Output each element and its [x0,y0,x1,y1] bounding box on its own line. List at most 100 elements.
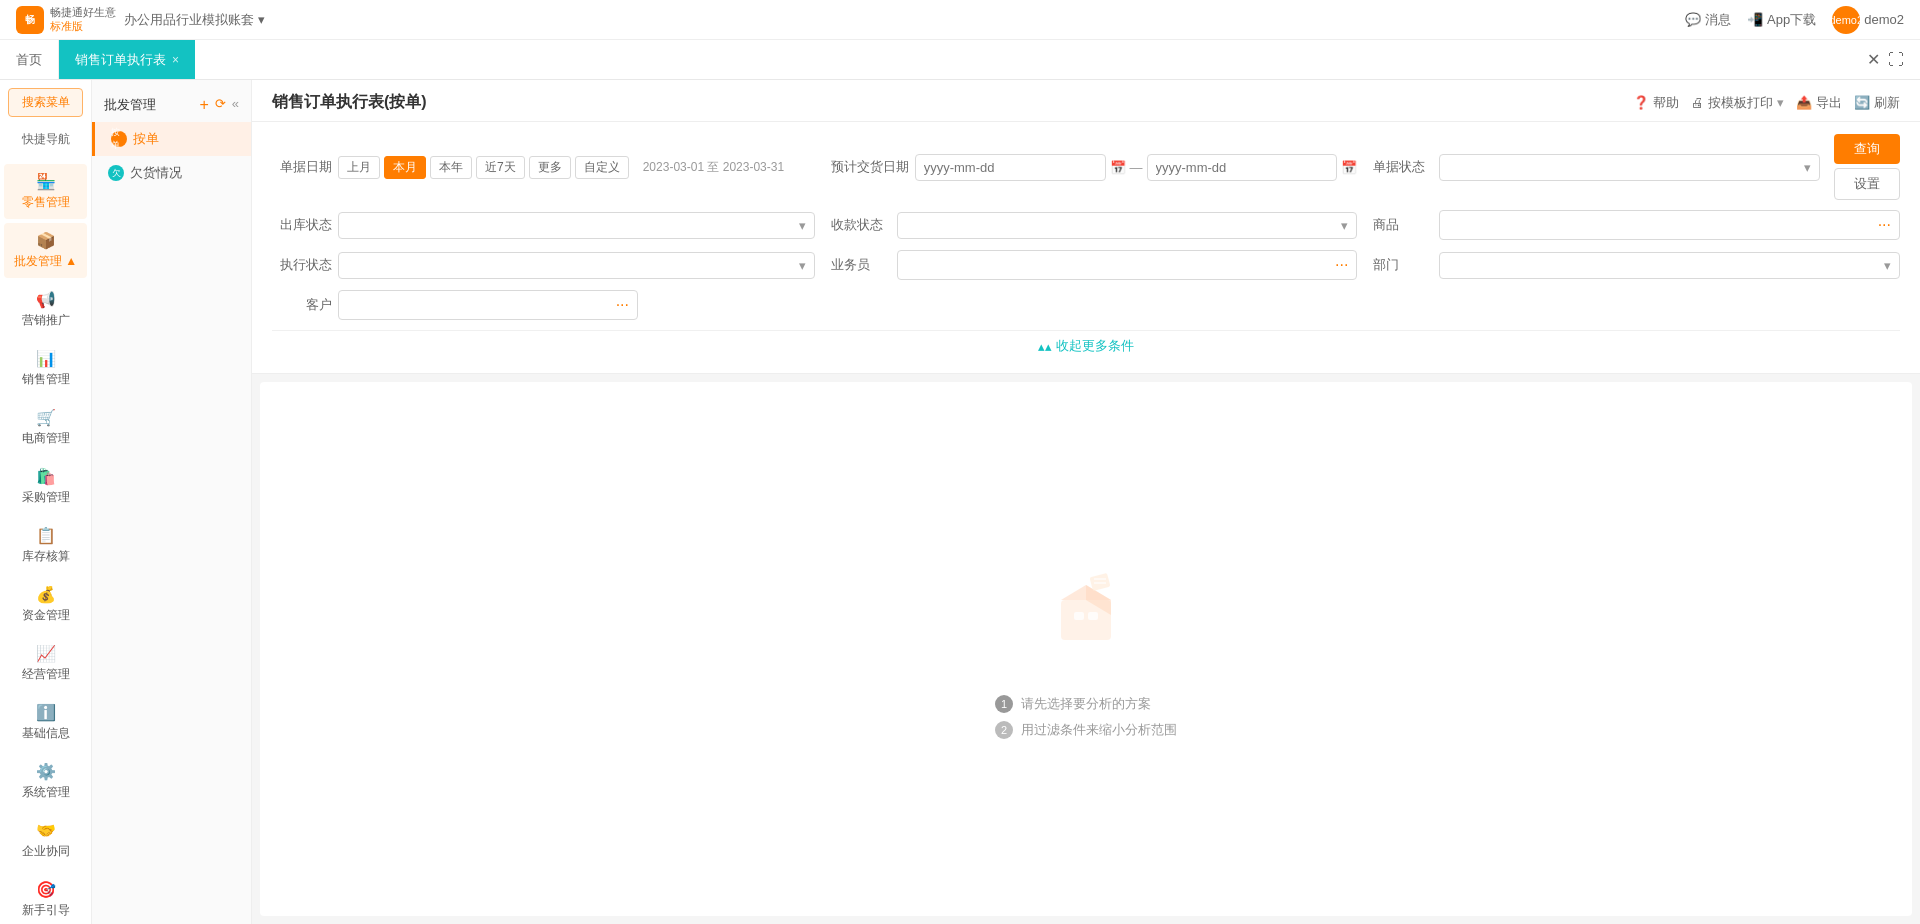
sidebar-item-inventory[interactable]: 📋 库存核算 [4,518,87,573]
sidebar-item-newbie[interactable]: 🎯 新手引导 [4,872,87,924]
help-icon: ❓ [1633,95,1649,110]
payment-status-select[interactable]: ▾ [897,212,1358,239]
sidebar-item-newbie-label: 新手引导 [22,902,70,919]
logo-text: 畅捷通好生意 标准版 [50,6,116,32]
sidebar-item-inventory-label: 库存核算 [22,548,70,565]
sidebar-item-basic[interactable]: ℹ️ 基础信息 [4,695,87,750]
user-menu[interactable]: demo2 demo2 [1832,6,1904,34]
export-icon: 📤 [1796,95,1812,110]
sidebar-search-area: 搜索菜单 [0,80,91,125]
tab-home[interactable]: 首页 [0,40,59,79]
filter-ship-col: 出库状态 ▾ [272,212,815,239]
svg-rect-3 [1074,612,1084,620]
period-more[interactable]: 更多 [529,156,571,179]
search-menu-button[interactable]: 搜索菜单 [8,88,83,117]
customer-label: 客户 [272,296,332,314]
expected-delivery-start[interactable] [915,154,1106,181]
sidebar-item-marketing[interactable]: 📢 营销推广 [4,282,87,337]
tab-close-button[interactable]: × [172,53,179,67]
help-button[interactable]: ❓ 帮助 [1633,94,1679,112]
department-select[interactable]: ▾ [1439,252,1900,279]
customer-input[interactable]: ··· [338,290,638,320]
doc-status-select[interactable]: ▾ [1439,154,1820,181]
sidebar-item-retail-label: 零售管理 [22,194,70,211]
period-custom[interactable]: 自定义 [575,156,629,179]
doc-status-chevron: ▾ [1804,160,1811,175]
sub-sidebar-refresh-button[interactable]: ⟳ [215,96,226,114]
sidebar-item-wholesale[interactable]: 📦 批发管理 ▲ [4,223,87,278]
content-area: 销售订单执行表(按单) ❓ 帮助 🖨 按模板打印 ▾ 📤 导出 🔄 刷新 [252,80,1920,924]
sidebar-item-ecommerce[interactable]: 🛒 电商管理 [4,400,87,455]
sidebar-item-enterprise[interactable]: 🤝 企业协同 [4,813,87,868]
sidebar-quick-nav[interactable]: 快捷导航 [0,125,91,154]
breadcrumb: 办公用品行业模拟账套 ▾ [124,11,265,29]
sidebar-item-retail[interactable]: 🏪 零售管理 [4,164,87,219]
empty-tips: 1 请先选择要分析的方案 2 用过滤条件来缩小分析范围 [995,695,1177,739]
exec-status-label: 执行状态 [272,256,332,274]
tip-num-2: 2 [995,721,1013,739]
exec-status-select[interactable]: ▾ [338,252,815,279]
filter-area: 单据日期 上月 本月 本年 近7天 更多 自定义 2023-03-01 至 20… [252,122,1920,374]
empty-tip-1: 1 请先选择要分析的方案 [995,695,1177,713]
refresh-button[interactable]: 🔄 刷新 [1854,94,1900,112]
filter-row-2: 出库状态 ▾ 收款状态 ▾ 商品 ··· [272,210,1900,240]
ecommerce-icon: 🛒 [36,408,56,427]
tab-maximize-button[interactable]: ⛶ [1888,51,1904,69]
empty-tip-2: 2 用过滤条件来缩小分析范围 [995,721,1177,739]
tab-bar-actions: ✕ ⛶ [1867,50,1920,69]
query-button[interactable]: 查询 [1834,134,1900,164]
settings-button[interactable]: 设置 [1834,168,1900,200]
logo-area: 畅 畅捷通好生意 标准版 [16,6,116,34]
basic-icon: ℹ️ [36,703,56,722]
app-download-button[interactable]: 📲 App下载 [1747,11,1816,29]
payment-status-label: 收款状态 [831,216,891,234]
sidebar-item-wholesale-label: 批发管理 ▲ [14,253,77,270]
tab-bar: 首页 销售订单执行表 × ✕ ⛶ [0,40,1920,80]
page-title: 销售订单执行表(按单) [272,92,427,113]
sub-sidebar-add-button[interactable]: + [199,96,208,114]
inventory-icon: 📋 [36,526,56,545]
print-dropdown-icon[interactable]: ▾ [1777,95,1784,110]
filter-row-1: 单据日期 上月 本月 本年 近7天 更多 自定义 2023-03-01 至 20… [272,134,1900,200]
salesperson-dots[interactable]: ··· [1335,256,1348,274]
enterprise-icon: 🤝 [36,821,56,840]
main-layout: 搜索菜单 快捷导航 🏪 零售管理 📦 批发管理 ▲ 📢 营销推广 📊 销售管理 … [0,80,1920,924]
product-input[interactable]: ··· [1439,210,1900,240]
breadcrumb-dropdown-icon[interactable]: ▾ [258,12,265,27]
sub-sidebar-title: 批发管理 [104,96,156,114]
expected-delivery-end[interactable] [1147,154,1338,181]
messages-button[interactable]: 💬 消息 [1685,11,1731,29]
sidebar-item-system[interactable]: ⚙️ 系统管理 [4,754,87,809]
tab-active-label: 销售订单执行表 [75,51,166,69]
sidebar-item-sales[interactable]: 📊 销售管理 [4,341,87,396]
sub-sidebar-item-order[interactable]: 按单 按单 [92,122,251,156]
export-button[interactable]: 📤 导出 [1796,94,1842,112]
operations-icon: 📈 [36,644,56,663]
finance-icon: 💰 [36,585,56,604]
period-last-month[interactable]: 上月 [338,156,380,179]
tab-close-window-button[interactable]: ✕ [1867,50,1880,69]
sub-sidebar-collapse-button[interactable]: « [232,96,239,114]
salesperson-input[interactable]: ··· [897,250,1358,280]
calendar-end-icon[interactable]: 📅 [1341,160,1357,175]
app-download-icon: 📲 [1747,12,1763,27]
period-last7days[interactable]: 近7天 [476,156,525,179]
calendar-start-icon[interactable]: 📅 [1110,160,1126,175]
sidebar-item-sales-label: 销售管理 [22,371,70,388]
customer-dots[interactable]: ··· [616,296,629,314]
tab-active[interactable]: 销售订单执行表 × [59,40,195,79]
sidebar-item-finance[interactable]: 💰 资金管理 [4,577,87,632]
sub-sidebar-item-debt[interactable]: 欠 欠货情况 [92,156,251,190]
sidebar-item-operations[interactable]: 📈 经营管理 [4,636,87,691]
sidebar-item-purchase[interactable]: 🛍️ 采购管理 [4,459,87,514]
collapse-button[interactable]: ▴▴ 收起更多条件 [1038,337,1134,355]
product-dots[interactable]: ··· [1878,216,1891,234]
sub-sidebar-item-order-label: 按单 [133,130,159,148]
date-range-display: 2023-03-01 至 2023-03-31 [643,159,784,176]
svg-rect-4 [1088,612,1098,620]
ship-status-select[interactable]: ▾ [338,212,815,239]
top-bar-right: 💬 消息 📲 App下载 demo2 demo2 [1685,6,1904,34]
period-this-year[interactable]: 本年 [430,156,472,179]
period-this-month[interactable]: 本月 [384,156,426,179]
print-button[interactable]: 🖨 按模板打印 ▾ [1691,94,1784,112]
